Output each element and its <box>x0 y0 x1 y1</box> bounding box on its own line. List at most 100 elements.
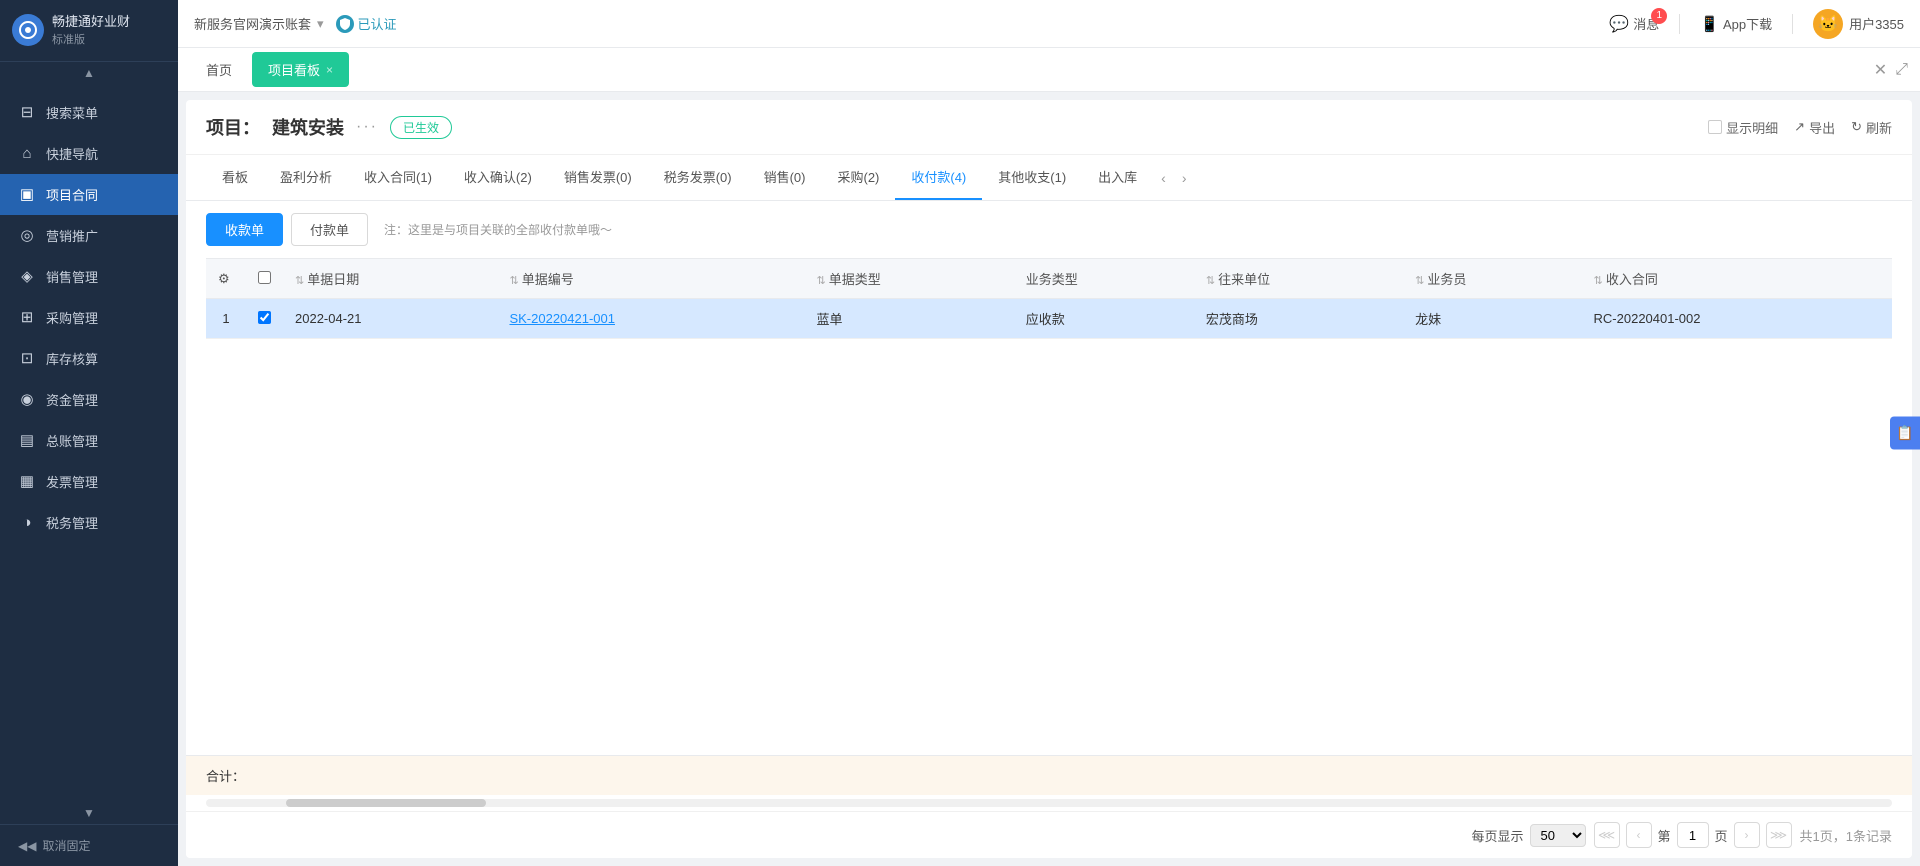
tab-home-label: 首页 <box>206 60 232 79</box>
unpin-label: 取消固定 <box>42 837 90 854</box>
sidebar-item-search[interactable]: ⊟ 搜索菜单 <box>0 92 178 133</box>
app-download-button[interactable]: 📱 App下载 <box>1700 14 1772 33</box>
tabs-bar: 首页 项目看板 × ✕ ⤢ <box>178 48 1920 92</box>
refresh-button[interactable]: ↻ 刷新 <box>1851 118 1892 137</box>
page-number-input[interactable] <box>1677 822 1709 848</box>
divider2 <box>1792 14 1793 34</box>
sales-icon: ◈ <box>18 267 36 285</box>
sidebar-header: 畅捷通好业财 标准版 <box>0 0 178 62</box>
sub-nav-income-confirm[interactable]: 收入确认(2) <box>448 155 548 200</box>
sidebar-item-purchase[interactable]: ⊞ 采购管理 <box>0 297 178 338</box>
sidebar-item-ledger[interactable]: ▤ 总账管理 <box>0 420 178 461</box>
dropdown-icon: ▾ <box>317 16 324 32</box>
sub-nav-prev[interactable]: ‹ <box>1153 158 1174 198</box>
horizontal-scrollbar-thumb[interactable] <box>286 799 486 807</box>
float-panel-icon: 📋 <box>1896 425 1912 442</box>
table-header-row: ⚙ 单据日期 单据编号 单据类型 业务类型 往来单位 业务员 收入合同 <box>206 259 1892 299</box>
maximize-window-btn[interactable]: ⤢ <box>1895 61 1908 79</box>
tab-close-icon[interactable]: × <box>326 63 333 77</box>
sub-nav: 看板 盈利分析 收入合同(1) 收入确认(2) 销售发票(0) 税务发票(0) … <box>186 155 1912 201</box>
demo-account-label: 新服务官网演示账套 <box>194 14 311 33</box>
sub-nav-receipt[interactable]: 收付款(4) <box>895 155 982 200</box>
sidebar-unpin[interactable]: ◀◀ 取消固定 <box>0 824 178 866</box>
column-type[interactable]: 单据类型 <box>804 259 1013 299</box>
app-edition: 标准版 <box>52 31 130 47</box>
export-button[interactable]: ↗ 导出 <box>1794 118 1835 137</box>
column-salesperson[interactable]: 业务员 <box>1403 259 1581 299</box>
sub-nav-income-contract[interactable]: 收入合同(1) <box>348 155 448 200</box>
sidebar-scroll-up[interactable]: ▲ <box>0 62 178 84</box>
sidebar-item-tax[interactable]: ◑ 税务管理 <box>0 502 178 543</box>
purchase-icon: ⊞ <box>18 308 36 326</box>
column-settings[interactable]: ⚙ <box>206 259 246 299</box>
next-page-button[interactable]: › <box>1734 822 1760 848</box>
sidebar-item-label: 库存核算 <box>46 349 98 368</box>
float-action-panel[interactable]: 📋 <box>1890 417 1912 450</box>
per-page-select[interactable]: 20 50 100 <box>1530 824 1586 847</box>
sidebar-item-invoice[interactable]: ▦ 发票管理 <box>0 461 178 502</box>
tab-home[interactable]: 首页 <box>190 52 248 87</box>
tax-icon: ◑ <box>18 514 36 531</box>
sidebar-scroll-down[interactable]: ▼ <box>0 802 178 824</box>
cell-number[interactable]: SK-20220421-001 <box>497 299 804 339</box>
project-more-button[interactable]: ··· <box>356 118 378 136</box>
document-number-link[interactable]: SK-20220421-001 <box>509 311 615 326</box>
sidebar-item-funds[interactable]: ◉ 资金管理 <box>0 379 178 420</box>
sub-nav-sales-invoice[interactable]: 销售发票(0) <box>548 155 648 200</box>
inventory-icon: ⊡ <box>18 349 36 367</box>
export-label: 导出 <box>1809 118 1835 137</box>
demo-account-selector[interactable]: 新服务官网演示账套 ▾ <box>194 14 324 33</box>
sub-nav-next[interactable]: › <box>1174 158 1195 198</box>
close-window-btn[interactable]: ✕ <box>1874 60 1887 80</box>
select-all-checkbox[interactable] <box>258 271 271 284</box>
sidebar-item-label: 总账管理 <box>46 431 98 450</box>
divider <box>1679 14 1680 34</box>
show-detail-checkbox[interactable] <box>1708 120 1722 134</box>
project-status-badge: 已生效 <box>390 116 452 139</box>
sub-nav-profit[interactable]: 盈利分析 <box>264 155 348 200</box>
sidebar-item-label: 资金管理 <box>46 390 98 409</box>
last-page-button[interactable]: ⋙ <box>1766 822 1792 848</box>
user-label: 用户3355 <box>1849 14 1904 33</box>
show-detail-toggle[interactable]: 显示明细 <box>1708 118 1778 137</box>
row-checkbox[interactable] <box>258 311 271 324</box>
row-checkbox-cell[interactable] <box>246 299 283 339</box>
cell-date: 2022-04-21 <box>283 299 497 339</box>
horizontal-scrollbar-area <box>186 795 1912 811</box>
per-page-label: 每页显示 <box>1471 826 1523 845</box>
marketing-icon: ◎ <box>18 226 36 244</box>
first-page-button[interactable]: ⋘ <box>1594 822 1620 848</box>
prev-page-button[interactable]: ‹ <box>1626 822 1652 848</box>
cell-biz-type: 应收款 <box>1014 299 1194 339</box>
column-counterpart[interactable]: 往来单位 <box>1194 259 1403 299</box>
tab-project-board[interactable]: 项目看板 × <box>252 52 349 87</box>
project-title: 建筑安装 <box>272 114 344 140</box>
sub-nav-tax-invoice[interactable]: 税务发票(0) <box>648 155 748 200</box>
refresh-label: 刷新 <box>1866 118 1892 137</box>
project-label-prefix: 项目： <box>206 114 260 140</box>
message-button[interactable]: 💬 消息 1 <box>1609 14 1659 34</box>
sidebar-item-project[interactable]: ▣ 项目合同 <box>0 174 178 215</box>
sub-nav-purchase[interactable]: 采购(2) <box>821 155 895 200</box>
sidebar-item-marketing[interactable]: ◎ 营销推广 <box>0 215 178 256</box>
column-number[interactable]: 单据编号 <box>497 259 804 299</box>
invoice-icon: ▦ <box>18 472 36 490</box>
sidebar-item-quicknav[interactable]: ⌂ 快捷导航 <box>0 133 178 174</box>
payment-toggle-button[interactable]: 付款单 <box>291 213 368 246</box>
sub-nav-inout[interactable]: 出入库 <box>1082 155 1153 200</box>
receipt-toggle-button[interactable]: 收款单 <box>206 213 283 246</box>
sub-nav-board[interactable]: 看板 <box>206 155 264 200</box>
sidebar-item-label: 搜索菜单 <box>46 103 98 122</box>
per-page-selector: 每页显示 20 50 100 <box>1471 824 1585 847</box>
column-income-contract[interactable]: 收入合同 <box>1582 259 1892 299</box>
sub-nav-other[interactable]: 其他收支(1) <box>982 155 1082 200</box>
sidebar-item-inventory[interactable]: ⊡ 库存核算 <box>0 338 178 379</box>
horizontal-scrollbar-track[interactable] <box>206 799 1892 807</box>
column-date[interactable]: 单据日期 <box>283 259 497 299</box>
user-menu[interactable]: 🐱 用户3355 <box>1813 9 1904 39</box>
sidebar-item-sales[interactable]: ◈ 销售管理 <box>0 256 178 297</box>
sub-nav-sales[interactable]: 销售(0) <box>748 155 822 200</box>
ledger-icon: ▤ <box>18 431 36 449</box>
mobile-icon: 📱 <box>1700 15 1719 33</box>
refresh-icon: ↻ <box>1851 119 1862 135</box>
